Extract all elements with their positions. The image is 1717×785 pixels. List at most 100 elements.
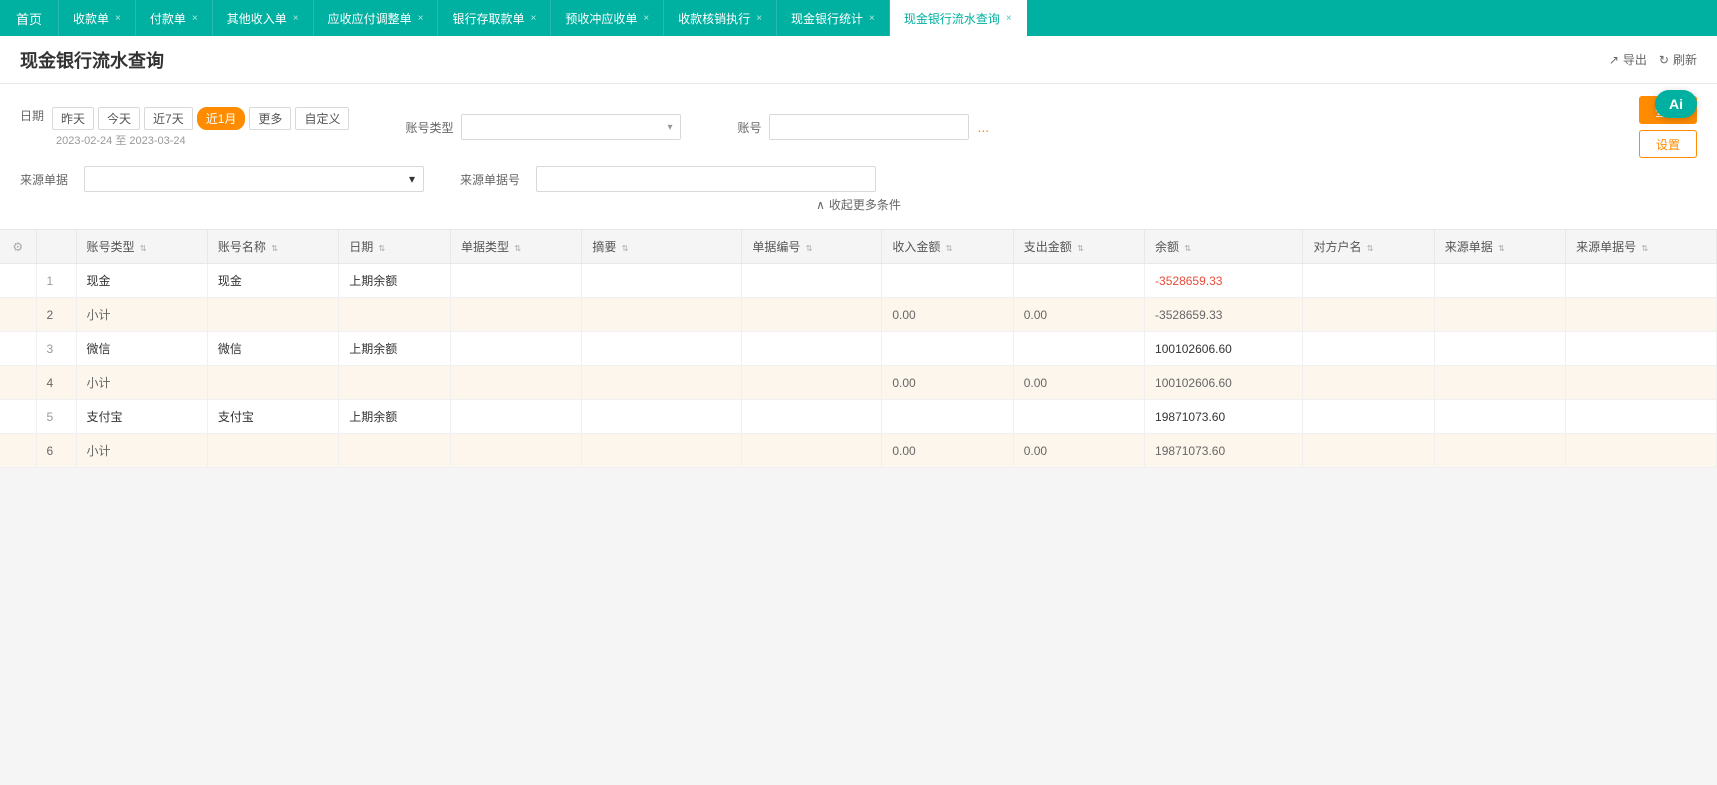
th-account-type[interactable]: 账号类型 ⇅ — [76, 230, 207, 264]
close-icon[interactable]: × — [1006, 13, 1012, 24]
nav-tab-3[interactable]: 应收应付调整单 × — [314, 0, 439, 36]
nav-tab-7[interactable]: 现金银行统计 × — [777, 0, 890, 36]
row-expense — [1013, 332, 1144, 366]
close-icon[interactable]: × — [192, 13, 198, 24]
row-income — [882, 264, 1013, 298]
nav-tab-0[interactable]: 收款单 × — [59, 0, 136, 36]
close-icon[interactable]: × — [869, 13, 875, 24]
ai-badge[interactable]: Ai — [1655, 90, 1697, 118]
close-icon[interactable]: × — [643, 13, 649, 24]
row-date — [339, 434, 451, 468]
row-balance: -3528659.33 — [1145, 264, 1303, 298]
nav-home[interactable]: 首页 — [0, 0, 59, 36]
row-summary — [582, 332, 742, 366]
row-account-name: 支付宝 — [207, 400, 338, 434]
row-balance: 100102606.60 — [1145, 332, 1303, 366]
sort-icon: ⇅ — [806, 244, 813, 253]
row-gear — [0, 400, 36, 434]
date-btn-custom[interactable]: 自定义 — [295, 107, 349, 130]
refresh-button[interactable]: ↻ 刷新 — [1659, 51, 1697, 68]
nav-tab-6[interactable]: 收款核销执行 × — [664, 0, 777, 36]
row-expense: 0.00 — [1013, 434, 1144, 468]
row-account-name: 现金 — [207, 264, 338, 298]
close-icon[interactable]: × — [418, 13, 424, 24]
date-btn-7days[interactable]: 近7天 — [144, 107, 193, 130]
nav-tab-4[interactable]: 银行存取款单 × — [438, 0, 551, 36]
row-account-type: 现金 — [76, 264, 207, 298]
page-header: 现金银行流水查询 ↗ 导出 ↻ 刷新 — [0, 36, 1717, 84]
sort-icon: ⇅ — [514, 244, 521, 253]
gear-icon[interactable]: ⚙ — [12, 240, 23, 254]
th-summary[interactable]: 摘要 ⇅ — [582, 230, 742, 264]
collapse-button[interactable]: ∧ 收起更多条件 — [20, 192, 1697, 217]
th-income[interactable]: 收入金额 ⇅ — [882, 230, 1013, 264]
th-source-doc-no[interactable]: 来源单据号 ⇅ — [1566, 230, 1717, 264]
row-income: 0.00 — [882, 298, 1013, 332]
account-filter: 账号 ... — [737, 114, 989, 140]
th-balance[interactable]: 余额 ⇅ — [1145, 230, 1303, 264]
th-date[interactable]: 日期 ⇅ — [339, 230, 451, 264]
row-counterpart — [1303, 332, 1434, 366]
th-doc-no[interactable]: 单据编号 ⇅ — [742, 230, 882, 264]
nav-tab-1[interactable]: 付款单 × — [136, 0, 213, 36]
row-expense — [1013, 400, 1144, 434]
date-btn-yesterday[interactable]: 昨天 — [52, 107, 94, 130]
row-source-doc — [1434, 332, 1565, 366]
row-income: 0.00 — [882, 434, 1013, 468]
chevron-down-icon: ▾ — [667, 122, 672, 133]
date-btn-more[interactable]: 更多 — [249, 107, 291, 130]
source-doc-select[interactable]: ▾ — [84, 166, 424, 192]
nav-tab-2[interactable]: 其他收入单 × — [213, 0, 314, 36]
chevron-down-icon: ▾ — [409, 172, 415, 186]
row-doc-no — [742, 400, 882, 434]
nav-tab-8[interactable]: 现金银行流水查询 × — [890, 0, 1027, 36]
row-counterpart — [1303, 400, 1434, 434]
export-button[interactable]: ↗ 导出 — [1609, 51, 1647, 68]
settings-button[interactable]: 设置 — [1639, 130, 1697, 158]
row-gear — [0, 434, 36, 468]
account-input[interactable] — [769, 114, 969, 140]
row-num: 4 — [36, 366, 76, 400]
close-icon[interactable]: × — [756, 13, 762, 24]
dots-button[interactable]: ... — [977, 119, 989, 135]
account-type-filter: 账号类型 ▾ — [405, 114, 681, 140]
row-date — [339, 298, 451, 332]
header-actions: ↗ 导出 ↻ 刷新 — [1609, 51, 1697, 68]
row-doc-type — [451, 332, 582, 366]
sort-icon: ⇅ — [622, 244, 629, 253]
row-source-doc — [1434, 298, 1565, 332]
account-type-select[interactable]: ▾ — [461, 114, 681, 140]
table-row: 4 小计 0.00 0.00 100102606.60 — [0, 366, 1717, 400]
row-doc-type — [451, 434, 582, 468]
close-icon[interactable]: × — [530, 13, 536, 24]
close-icon[interactable]: × — [293, 13, 299, 24]
filter-row-1: 日期 昨天 今天 近7天 近1月 更多 自定义 2023-02-24 至 202… — [20, 96, 1697, 158]
nav-tab-5[interactable]: 预收冲应收单 × — [551, 0, 664, 36]
row-account-name — [207, 298, 338, 332]
close-icon[interactable]: × — [115, 13, 121, 24]
row-num: 1 — [36, 264, 76, 298]
th-expense[interactable]: 支出金额 ⇅ — [1013, 230, 1144, 264]
account-label: 账号 — [737, 119, 761, 136]
row-income — [882, 332, 1013, 366]
sort-icon: ⇅ — [379, 244, 386, 253]
source-doc-num-input[interactable] — [536, 166, 876, 192]
row-account-name — [207, 434, 338, 468]
row-gear — [0, 264, 36, 298]
row-date — [339, 366, 451, 400]
row-source-doc-no — [1566, 264, 1717, 298]
th-doc-type[interactable]: 单据类型 ⇅ — [451, 230, 582, 264]
row-balance: -3528659.33 — [1145, 298, 1303, 332]
th-source-doc[interactable]: 来源单据 ⇅ — [1434, 230, 1565, 264]
th-account-name[interactable]: 账号名称 ⇅ — [207, 230, 338, 264]
th-num — [36, 230, 76, 264]
row-gear — [0, 366, 36, 400]
date-btn-today[interactable]: 今天 — [98, 107, 140, 130]
date-label: 日期 — [20, 107, 44, 124]
row-date: 上期余额 — [339, 332, 451, 366]
th-counterpart[interactable]: 对方户名 ⇅ — [1303, 230, 1434, 264]
row-num: 3 — [36, 332, 76, 366]
date-btn-1month[interactable]: 近1月 — [197, 107, 246, 130]
export-icon: ↗ — [1609, 53, 1619, 67]
row-date: 上期余额 — [339, 400, 451, 434]
